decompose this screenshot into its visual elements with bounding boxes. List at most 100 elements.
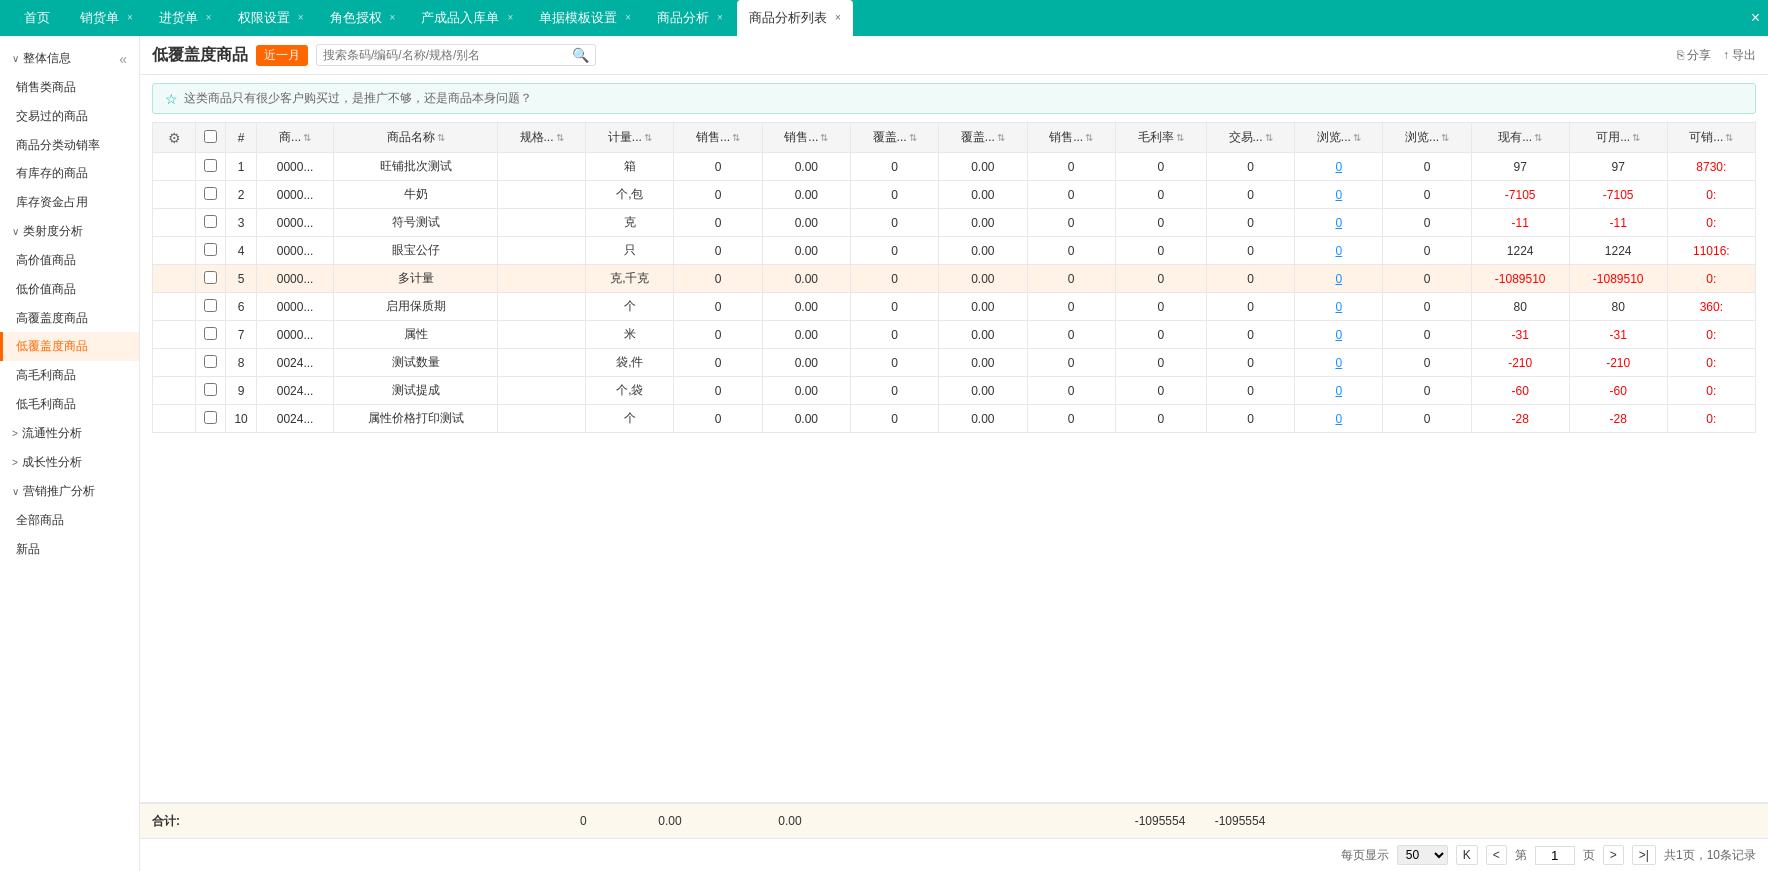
prev-page-button[interactable]: <	[1486, 845, 1507, 865]
row-checkbox[interactable]	[196, 293, 226, 321]
row-browse1[interactable]: 0	[1295, 321, 1383, 349]
search-icon[interactable]: 🔍	[572, 47, 589, 63]
nav-tab-role[interactable]: 角色授权 ×	[318, 0, 408, 36]
sidebar-item-high-profit[interactable]: 高毛利商品	[0, 361, 139, 390]
check-col-header[interactable]	[196, 123, 226, 153]
sidebar-section-category[interactable]: ∨ 类射度分析	[0, 217, 139, 246]
current-stock-col-header[interactable]: 现有...⇅	[1471, 123, 1569, 153]
close-icon[interactable]: ×	[127, 0, 133, 36]
table-container[interactable]: ⚙ # 商...⇅ 商品名称⇅ 规格...⇅ 计量...⇅ 销售...⇅ 销售.…	[140, 122, 1768, 802]
browse-link[interactable]: 0	[1335, 188, 1342, 202]
sidebar-item-high-value[interactable]: 高价值商品	[0, 246, 139, 275]
row-browse1[interactable]: 0	[1295, 181, 1383, 209]
last-page-button[interactable]: >|	[1632, 845, 1656, 865]
select-all-checkbox[interactable]	[204, 130, 217, 143]
row-browse1[interactable]: 0	[1295, 153, 1383, 181]
next-page-button[interactable]: >	[1603, 845, 1624, 865]
browse-link[interactable]: 0	[1335, 244, 1342, 258]
sidebar-item-sales-goods[interactable]: 销售类商品	[0, 73, 139, 102]
row-browse1[interactable]: 0	[1295, 209, 1383, 237]
row-browse1[interactable]: 0	[1295, 405, 1383, 433]
sidebar-item-high-coverage[interactable]: 高覆盖度商品	[0, 304, 139, 333]
row-settings[interactable]	[153, 209, 196, 237]
row-checkbox[interactable]	[196, 405, 226, 433]
sidebar-item-low-profit[interactable]: 低毛利商品	[0, 390, 139, 419]
row-checkbox[interactable]	[196, 209, 226, 237]
browse2-col-header[interactable]: 浏览...⇅	[1383, 123, 1471, 153]
row-checkbox[interactable]	[196, 153, 226, 181]
name-col-header[interactable]: 商品名称⇅	[334, 123, 497, 153]
available-col-header[interactable]: 可用...⇅	[1569, 123, 1667, 153]
sidebar-item-stock-capital[interactable]: 库存资金占用	[0, 188, 139, 217]
sidebar-item-low-coverage[interactable]: 低覆盖度商品	[0, 332, 139, 361]
close-icon[interactable]: ×	[507, 0, 513, 36]
sidebar-item-stock-goods[interactable]: 有库存的商品	[0, 159, 139, 188]
trade-col-header[interactable]: 交易...⇅	[1206, 123, 1294, 153]
nav-tab-sales[interactable]: 销货单 ×	[68, 0, 145, 36]
row-browse1[interactable]: 0	[1295, 293, 1383, 321]
settings-icon[interactable]: ⚙	[168, 130, 181, 146]
row-browse1[interactable]: 0	[1295, 265, 1383, 293]
sales-amt-col-header[interactable]: 销售...⇅	[762, 123, 850, 153]
row-checkbox[interactable]	[196, 321, 226, 349]
code-col-header[interactable]: 商...⇅	[256, 123, 334, 153]
close-icon[interactable]: ×	[717, 0, 723, 36]
row-browse1[interactable]: 0	[1295, 377, 1383, 405]
row-checkbox[interactable]	[196, 181, 226, 209]
sellable-col-header[interactable]: 可销...⇅	[1667, 123, 1755, 153]
sidebar-section-overall[interactable]: ∨ 整体信息 «	[0, 44, 139, 73]
sidebar-item-all-goods[interactable]: 全部商品	[0, 506, 139, 535]
sales-qty-col-header[interactable]: 销售...⇅	[674, 123, 762, 153]
time-filter-button[interactable]: 近一月	[256, 45, 308, 66]
browse-link[interactable]: 0	[1335, 272, 1342, 286]
search-input[interactable]	[323, 48, 568, 62]
row-settings[interactable]	[153, 153, 196, 181]
nav-tab-template[interactable]: 单据模板设置 ×	[527, 0, 643, 36]
sidebar-section-growth[interactable]: > 成长性分析	[0, 448, 139, 477]
coverage2-col-header[interactable]: 覆盖...⇅	[939, 123, 1027, 153]
browse-link[interactable]: 0	[1335, 412, 1342, 426]
first-page-button[interactable]: K	[1456, 845, 1478, 865]
sidebar-item-new-goods[interactable]: 新品	[0, 535, 139, 564]
row-settings[interactable]	[153, 349, 196, 377]
row-settings[interactable]	[153, 181, 196, 209]
browse-link[interactable]: 0	[1335, 216, 1342, 230]
coverage1-col-header[interactable]: 覆盖...⇅	[850, 123, 938, 153]
nav-tab-finished[interactable]: 产成品入库单 ×	[409, 0, 525, 36]
sidebar-item-traded-goods[interactable]: 交易过的商品	[0, 102, 139, 131]
row-settings[interactable]	[153, 265, 196, 293]
sidebar-section-liquidity[interactable]: > 流通性分析	[0, 419, 139, 448]
close-icon[interactable]: ×	[298, 0, 304, 36]
browse1-col-header[interactable]: 浏览...⇅	[1295, 123, 1383, 153]
page-size-select[interactable]: 50 100 200	[1397, 845, 1448, 865]
export-button[interactable]: ↑ 导出	[1723, 47, 1756, 64]
page-number-input[interactable]	[1535, 846, 1575, 865]
nav-tab-purchase[interactable]: 进货单 ×	[147, 0, 224, 36]
gross-rate-col-header[interactable]: 毛利率⇅	[1115, 123, 1206, 153]
sidebar-section-marketing[interactable]: ∨ 营销推广分析	[0, 477, 139, 506]
close-icon[interactable]: ×	[390, 0, 396, 36]
browse-link[interactable]: 0	[1335, 356, 1342, 370]
row-browse1[interactable]: 0	[1295, 349, 1383, 377]
sidebar-item-category-rate[interactable]: 商品分类动销率	[0, 131, 139, 160]
nav-tab-home[interactable]: 首页	[8, 0, 66, 36]
browse-link[interactable]: 0	[1335, 160, 1342, 174]
share-button[interactable]: ⎘ 分享	[1677, 47, 1711, 64]
close-icon[interactable]: ×	[835, 0, 841, 36]
browse-link[interactable]: 0	[1335, 384, 1342, 398]
row-settings[interactable]	[153, 377, 196, 405]
row-settings[interactable]	[153, 405, 196, 433]
row-browse1[interactable]: 0	[1295, 237, 1383, 265]
nav-tab-analysis[interactable]: 商品分析 ×	[645, 0, 735, 36]
nav-tab-analysis-list[interactable]: 商品分析列表 ×	[737, 0, 853, 36]
spec-col-header[interactable]: 规格...⇅	[497, 123, 585, 153]
row-settings[interactable]	[153, 237, 196, 265]
unit-col-header[interactable]: 计量...⇅	[586, 123, 674, 153]
close-all-button[interactable]: ×	[1751, 9, 1760, 27]
row-settings[interactable]	[153, 321, 196, 349]
row-checkbox[interactable]	[196, 265, 226, 293]
sales-x-col-header[interactable]: 销售...⇅	[1027, 123, 1115, 153]
browse-link[interactable]: 0	[1335, 328, 1342, 342]
row-settings[interactable]	[153, 293, 196, 321]
nav-tab-permission[interactable]: 权限设置 ×	[226, 0, 316, 36]
